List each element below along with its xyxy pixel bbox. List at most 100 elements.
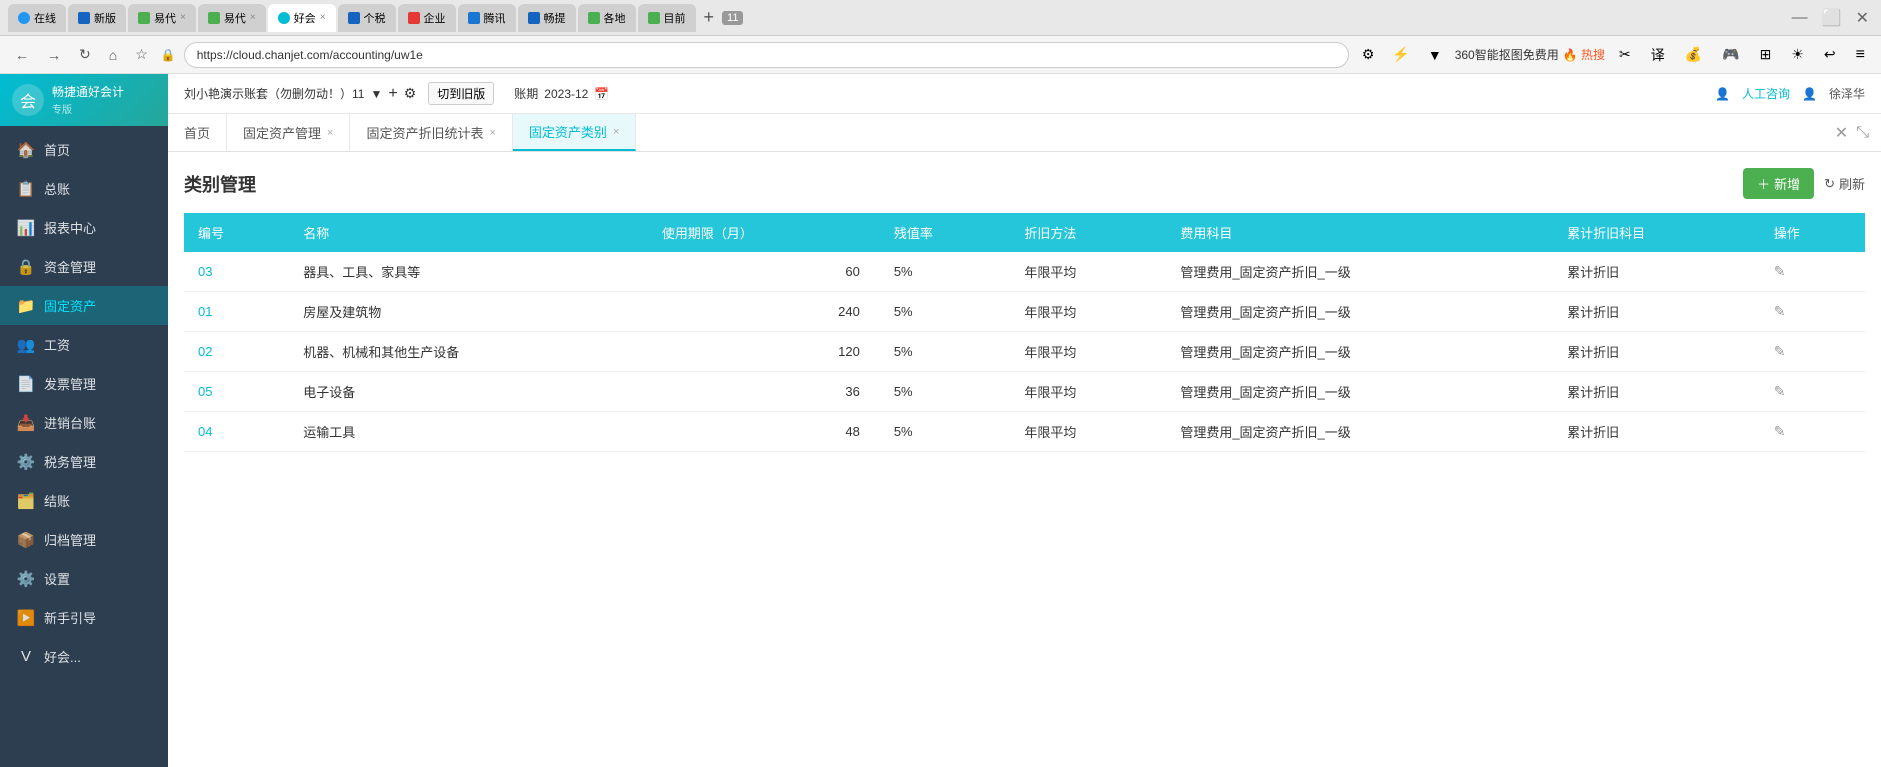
sidebar-item-payroll[interactable]: 👥 工资 [0,325,168,364]
edit-row-icon[interactable]: ✎ [1774,383,1786,399]
grid-icon[interactable]: ⊞ [1754,44,1778,65]
sidebar-item-invoice[interactable]: 📄 发票管理 [0,364,168,403]
cell-cost-subject: 管理费用_固定资产折旧_一级 [1166,372,1553,412]
code-link[interactable]: 05 [198,384,212,399]
browser-tab-5[interactable]: 个税 [338,4,396,32]
lightning-icon[interactable]: ⚡ [1387,44,1414,65]
add-category-button[interactable]: ＋ 新增 [1743,168,1814,199]
switch-version-button[interactable]: 切到旧版 [428,82,494,105]
browser-tab-9[interactable]: 各地 [578,4,636,32]
content-tab-depreciation[interactable]: 固定资产折旧统计表 × [350,114,512,151]
cell-accum-subject: 累计折旧 [1553,292,1760,332]
home-button[interactable]: ⌂ [104,45,122,65]
close-category-tab-icon[interactable]: × [613,126,619,138]
user-info: 刘小艳演示账套（勿删勿动！）11 ▼ + ⚙ [184,85,416,103]
sidebar-item-label-ledger: 总账 [44,179,70,198]
undo-icon[interactable]: ↩ [1818,44,1842,65]
calendar-icon[interactable]: 📅 [594,87,609,101]
table-row: 02 机器、机械和其他生产设备 120 5% 年限平均 管理费用_固定资产折旧_… [184,332,1865,372]
dropdown-arrow-icon[interactable]: ▼ [370,87,382,101]
site-settings-icon[interactable]: ⚙ [1357,44,1380,65]
expand-tab-icon[interactable]: ⤡ [1856,124,1869,142]
code-link[interactable]: 04 [198,424,212,439]
sidebar-item-other[interactable]: V 好会... [0,637,168,676]
translate-icon[interactable]: 译 [1645,43,1671,67]
close-depreciation-tab-icon[interactable]: × [489,127,495,139]
new-tab-button[interactable]: + [698,7,721,28]
ledger-icon: 📋 [16,180,36,198]
window-close-icon[interactable]: ✕ [1852,6,1873,30]
edit-row-icon[interactable]: ✎ [1774,343,1786,359]
browser-tab-1[interactable]: 新版 [68,4,126,32]
browser-tab-3[interactable]: 易代 × [198,4,266,32]
search-label: 360智能抠图免费用 [1455,46,1559,63]
close-all-tabs-icon[interactable]: ✕ [1835,123,1848,143]
cell-period: 60 [648,252,880,292]
tax-icon: ⚙️ [16,453,36,471]
content-tab-category[interactable]: 固定资产类别 × [513,114,636,151]
menu-icon[interactable]: ≡ [1850,44,1871,66]
sidebar-item-tutorial[interactable]: ▶️ 新手引导 [0,598,168,637]
search-area: 360智能抠图免费用 🔥 热搜 [1455,46,1605,63]
close-tab-2-icon[interactable]: × [180,12,186,23]
code-link[interactable]: 03 [198,264,212,279]
content-tab-assets-mgmt[interactable]: 固定资产管理 × [227,114,350,151]
invoice-icon: 📄 [16,375,36,393]
sidebar-item-home[interactable]: 🏠 首页 [0,130,168,169]
sidebar-item-label-funds: 资金管理 [44,257,96,276]
sidebar-item-reports[interactable]: 📊 报表中心 [0,208,168,247]
code-link[interactable]: 02 [198,344,212,359]
edit-row-icon[interactable]: ✎ [1774,263,1786,279]
sidebar-item-fixed-assets[interactable]: 📁 固定资产 [0,286,168,325]
sidebar-item-tax[interactable]: ⚙️ 税务管理 [0,442,168,481]
browser-tab-8[interactable]: 畅提 [518,4,576,32]
content-tab-home[interactable]: 首页 [168,114,227,151]
close-assets-mgmt-tab-icon[interactable]: × [327,127,333,139]
sidebar-item-purchase-sales[interactable]: 📥 进销台账 [0,403,168,442]
sidebar-item-close-accounts[interactable]: 🗂️ 结账 [0,481,168,520]
sidebar-item-archive[interactable]: 📦 归档管理 [0,520,168,559]
add-account-icon[interactable]: + [388,85,397,103]
browser-tab-7[interactable]: 腾讯 [458,4,516,32]
maximize-icon[interactable]: ⬜ [1818,6,1846,30]
support-icon: 👤 [1715,87,1730,101]
brightness-icon[interactable]: ☀ [1785,44,1810,65]
content-tab-category-label: 固定资产类别 [529,122,607,141]
browser-tab-4[interactable]: 好会 × [268,4,336,32]
sidebar-item-funds[interactable]: 🔒 资金管理 [0,247,168,286]
sidebar-item-general-ledger[interactable]: 📋 总账 [0,169,168,208]
support-label[interactable]: 人工咨询 [1742,85,1790,102]
cell-accum-subject: 累计折旧 [1553,372,1760,412]
header-row: 编号 名称 使用期限（月） 残值率 折旧方法 费用科目 累计折旧科目 操作 [184,213,1865,252]
minimize-icon[interactable]: — [1788,7,1812,29]
edit-row-icon[interactable]: ✎ [1774,303,1786,319]
tab-list: 在线 新版 易代 × 易代 × 好会 × 个税 企业 [8,4,1782,32]
add-icon: ＋ [1757,174,1770,193]
cell-period: 36 [648,372,880,412]
cell-residual: 5% [880,332,1011,372]
refresh-table-button[interactable]: ↻ 刷新 [1824,174,1865,193]
browser-tab-0[interactable]: 在线 [8,4,66,32]
scissors-icon[interactable]: ✂ [1613,44,1637,65]
games-icon[interactable]: 🎮 [1716,44,1745,65]
forward-button[interactable]: → [42,45,66,65]
address-input[interactable] [184,42,1349,68]
browser-tab-2[interactable]: 易代 × [128,4,196,32]
close-tab-4-icon[interactable]: × [320,12,326,23]
settings-account-icon[interactable]: ⚙ [404,85,417,102]
bookmark-button[interactable]: ☆ [130,44,153,65]
sidebar-item-settings[interactable]: ⚙️ 设置 [0,559,168,598]
close-tab-3-icon[interactable]: × [250,12,256,23]
dropdown-icon[interactable]: ▼ [1423,45,1447,65]
sidebar: 会 畅捷通好会计 专版 🏠 首页 📋 总账 📊 报表中心 🔒 资金管理 [0,74,168,767]
browser-tab-10[interactable]: 目前 [638,4,696,32]
edit-row-icon[interactable]: ✎ [1774,423,1786,439]
code-link[interactable]: 01 [198,304,212,319]
wallet-icon[interactable]: 💰 [1679,44,1708,65]
back-button[interactable]: ← [10,45,34,65]
cell-code: 03 [184,252,289,292]
cell-name: 器具、工具、家具等 [289,252,648,292]
browser-tab-6[interactable]: 企业 [398,4,456,32]
refresh-button[interactable]: ↻ [74,44,96,65]
username-label: 徐泽华 [1829,85,1865,102]
